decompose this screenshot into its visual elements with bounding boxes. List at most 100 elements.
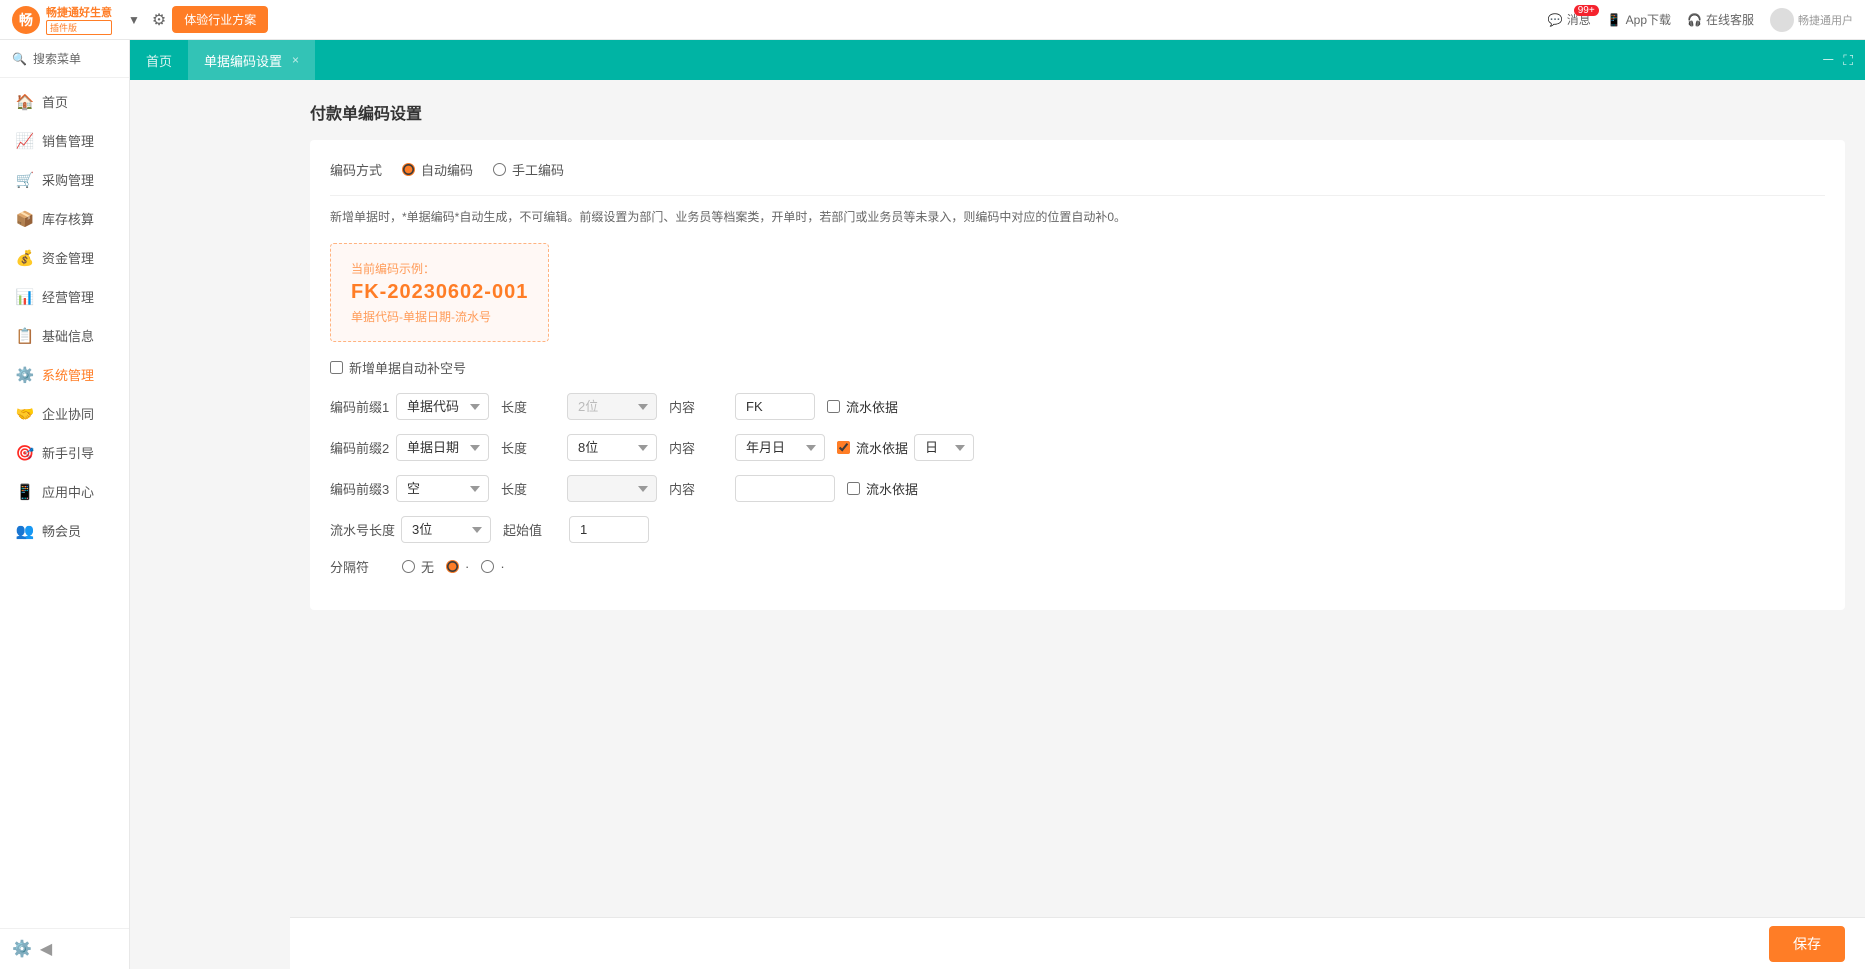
length3-label: 长度 [501, 479, 561, 498]
serial-length-label: 流水号长度 [330, 520, 395, 539]
sidebar-item-purchase[interactable]: 🛒 采购管理 [0, 160, 129, 199]
sep-dash-radio[interactable] [481, 560, 494, 573]
expand-icon[interactable]: ⛶ [1843, 52, 1853, 69]
headset-icon: 🎧 [1687, 13, 1702, 27]
auto-fill-checkbox[interactable] [330, 361, 343, 374]
sidebar-item-sales[interactable]: 📈 销售管理 [0, 121, 129, 160]
prefix2-select[interactable]: 单据日期 单据代码 部门 业务员 空 [396, 434, 489, 461]
separator-row: 分隔符 无 · · [330, 557, 1825, 576]
nav-settings-icon[interactable]: ⚙ [152, 10, 166, 30]
prefix3-row: 编码前缀3 空 单据代码 单据日期 部门 业务员 长度 [330, 475, 1825, 502]
sidebar-bottom: ⚙️ ◀ [0, 928, 129, 969]
main-content: 付款单编码设置 编码方式 自动编码 手工编码 新增单据时，*单据编码*自动生成，… [130, 80, 1865, 969]
start-value-label: 起始值 [503, 520, 563, 539]
prefix1-label: 编码前缀1 [330, 397, 390, 416]
sep-dot-char: · [465, 559, 469, 574]
auto-fill-label[interactable]: 新增单据自动补空号 [330, 358, 1825, 377]
length3-select[interactable] [567, 475, 657, 502]
length1-item: 长度 2位 [501, 393, 657, 420]
online-service-btn[interactable]: 🎧 在线客服 [1687, 11, 1754, 28]
serial-row: 流水号长度 3位 4位 5位 6位 起始值 [330, 516, 1825, 543]
content3-label: 内容 [669, 479, 729, 498]
info-text: 新增单据时，*单据编码*自动生成，不可编辑。前缀设置为部门、业务员等档案类，开单… [330, 208, 1825, 227]
left-sidebar: 🔍 搜索菜单 🏠 首页 📈 销售管理 🛒 采购管理 📦 库存核算 💰 资金管理 … [0, 40, 130, 969]
auto-encode-radio-label[interactable]: 自动编码 [402, 160, 473, 179]
operation-icon: 📊 [16, 288, 34, 306]
waterfall1-checkbox[interactable] [827, 400, 840, 413]
sep-dot-radio[interactable] [446, 560, 459, 573]
app-download-btn[interactable]: 📱 App下载 [1607, 11, 1671, 28]
collapse-icon[interactable]: ◀ [40, 939, 52, 959]
content2-item: 内容 年月日 年月 年 [669, 434, 825, 461]
sidebar-item-apps[interactable]: 📱 应用中心 [0, 472, 129, 511]
download-icon: 📱 [1607, 13, 1622, 27]
save-btn[interactable]: 保存 [1769, 926, 1845, 962]
sidebar-item-guide[interactable]: 🎯 新手引导 [0, 433, 129, 472]
waterfall2-period-select[interactable]: 日 月 年 [914, 434, 974, 461]
top-bar-nav: ▼ ⚙ 体验行业方案 [122, 6, 268, 33]
prefix2-item: 编码前缀2 单据日期 单据代码 部门 业务员 空 [330, 434, 489, 461]
sep-none-radio[interactable] [402, 560, 415, 573]
purchase-icon: 🛒 [16, 171, 34, 189]
sales-icon: 📈 [16, 132, 34, 150]
prefix3-label: 编码前缀3 [330, 479, 390, 498]
enterprise-icon: 🤝 [16, 405, 34, 423]
length1-select[interactable]: 2位 [567, 393, 657, 420]
length2-select[interactable]: 8位 6位 10位 [567, 434, 657, 461]
content3-item: 内容 [669, 475, 835, 502]
waterfall3-label: 流水依据 [866, 479, 918, 498]
top-bar-left: 畅 畅捷通好生意 插件版 ▼ ⚙ 体验行业方案 [12, 4, 268, 35]
sep-dot-label[interactable]: · [446, 559, 469, 574]
messages-btn[interactable]: 💬 消息 99+ [1548, 11, 1591, 28]
serial-length-select[interactable]: 3位 4位 5位 6位 [401, 516, 491, 543]
sidebar-item-member[interactable]: 👥 畅会员 [0, 511, 129, 550]
content1-input[interactable] [735, 393, 815, 420]
sidebar-item-system[interactable]: ⚙️ 系统管理 [0, 355, 129, 394]
auto-encode-radio[interactable] [402, 163, 415, 176]
start-value-input[interactable] [569, 516, 649, 543]
waterfall3-checkbox[interactable] [847, 482, 860, 495]
home-icon: 🏠 [16, 93, 34, 111]
waterfall2-checkbox[interactable] [837, 441, 850, 454]
footer-bar: 保存 [290, 917, 1865, 969]
sidebar-item-operation[interactable]: 📊 经营管理 [0, 277, 129, 316]
minimize-icon[interactable]: － [1821, 50, 1835, 70]
prefix3-select[interactable]: 空 单据代码 单据日期 部门 业务员 [396, 475, 489, 502]
start-value-item: 起始值 [503, 516, 649, 543]
page-title: 付款单编码设置 [310, 100, 1845, 124]
manual-encode-radio-label[interactable]: 手工编码 [493, 160, 564, 179]
settings-bottom-icon[interactable]: ⚙️ [12, 939, 32, 959]
sep-dash-label[interactable]: · [481, 559, 504, 574]
serial-length-item: 流水号长度 3位 4位 5位 6位 [330, 516, 491, 543]
sidebar-item-enterprise[interactable]: 🤝 企业协同 [0, 394, 129, 433]
tab-close-btn[interactable]: × [292, 53, 299, 67]
waterfall1-label: 流水依据 [846, 397, 898, 416]
sidebar-item-inventory[interactable]: 📦 库存核算 [0, 199, 129, 238]
nav-dropdown[interactable]: ▼ [122, 13, 146, 27]
waterfall2-label: 流水依据 [856, 438, 908, 457]
trial-btn[interactable]: 体验行业方案 [172, 6, 268, 33]
sidebar-item-finance[interactable]: 💰 资金管理 [0, 238, 129, 277]
basic-icon: 📋 [16, 327, 34, 345]
waterfall1-item: 流水依据 [827, 397, 898, 416]
tab-encoding-settings[interactable]: 单据编码设置 × [188, 40, 315, 80]
system-icon: ⚙️ [16, 366, 34, 384]
apps-icon: 📱 [16, 483, 34, 501]
content1-item: 内容 [669, 393, 815, 420]
member-icon: 👥 [16, 522, 34, 540]
sidebar-item-home[interactable]: 🏠 首页 [0, 82, 129, 121]
sidebar-item-basic[interactable]: 📋 基础信息 [0, 316, 129, 355]
sep-dash-char: · [500, 559, 504, 574]
content3-input[interactable] [735, 475, 835, 502]
prefix2-row: 编码前缀2 单据日期 单据代码 部门 业务员 空 长度 8位 6位 10位 [330, 434, 1825, 461]
content2-select[interactable]: 年月日 年月 年 [735, 434, 825, 461]
sep-none-label[interactable]: 无 [402, 557, 434, 576]
prefix1-select[interactable]: 单据代码 单据日期 部门 业务员 空 [396, 393, 489, 420]
tab-home[interactable]: 首页 [130, 40, 188, 80]
prefix1-row: 编码前缀1 单据代码 单据日期 部门 业务员 空 长度 2位 [330, 393, 1825, 420]
example-code: FK-20230602-001 [351, 281, 528, 304]
user-menu[interactable]: 畅捷通用户 [1770, 8, 1853, 32]
manual-encode-radio[interactable] [493, 163, 506, 176]
search-menu-btn[interactable]: 🔍 搜索菜单 [0, 40, 129, 78]
search-icon: 🔍 [12, 52, 27, 66]
